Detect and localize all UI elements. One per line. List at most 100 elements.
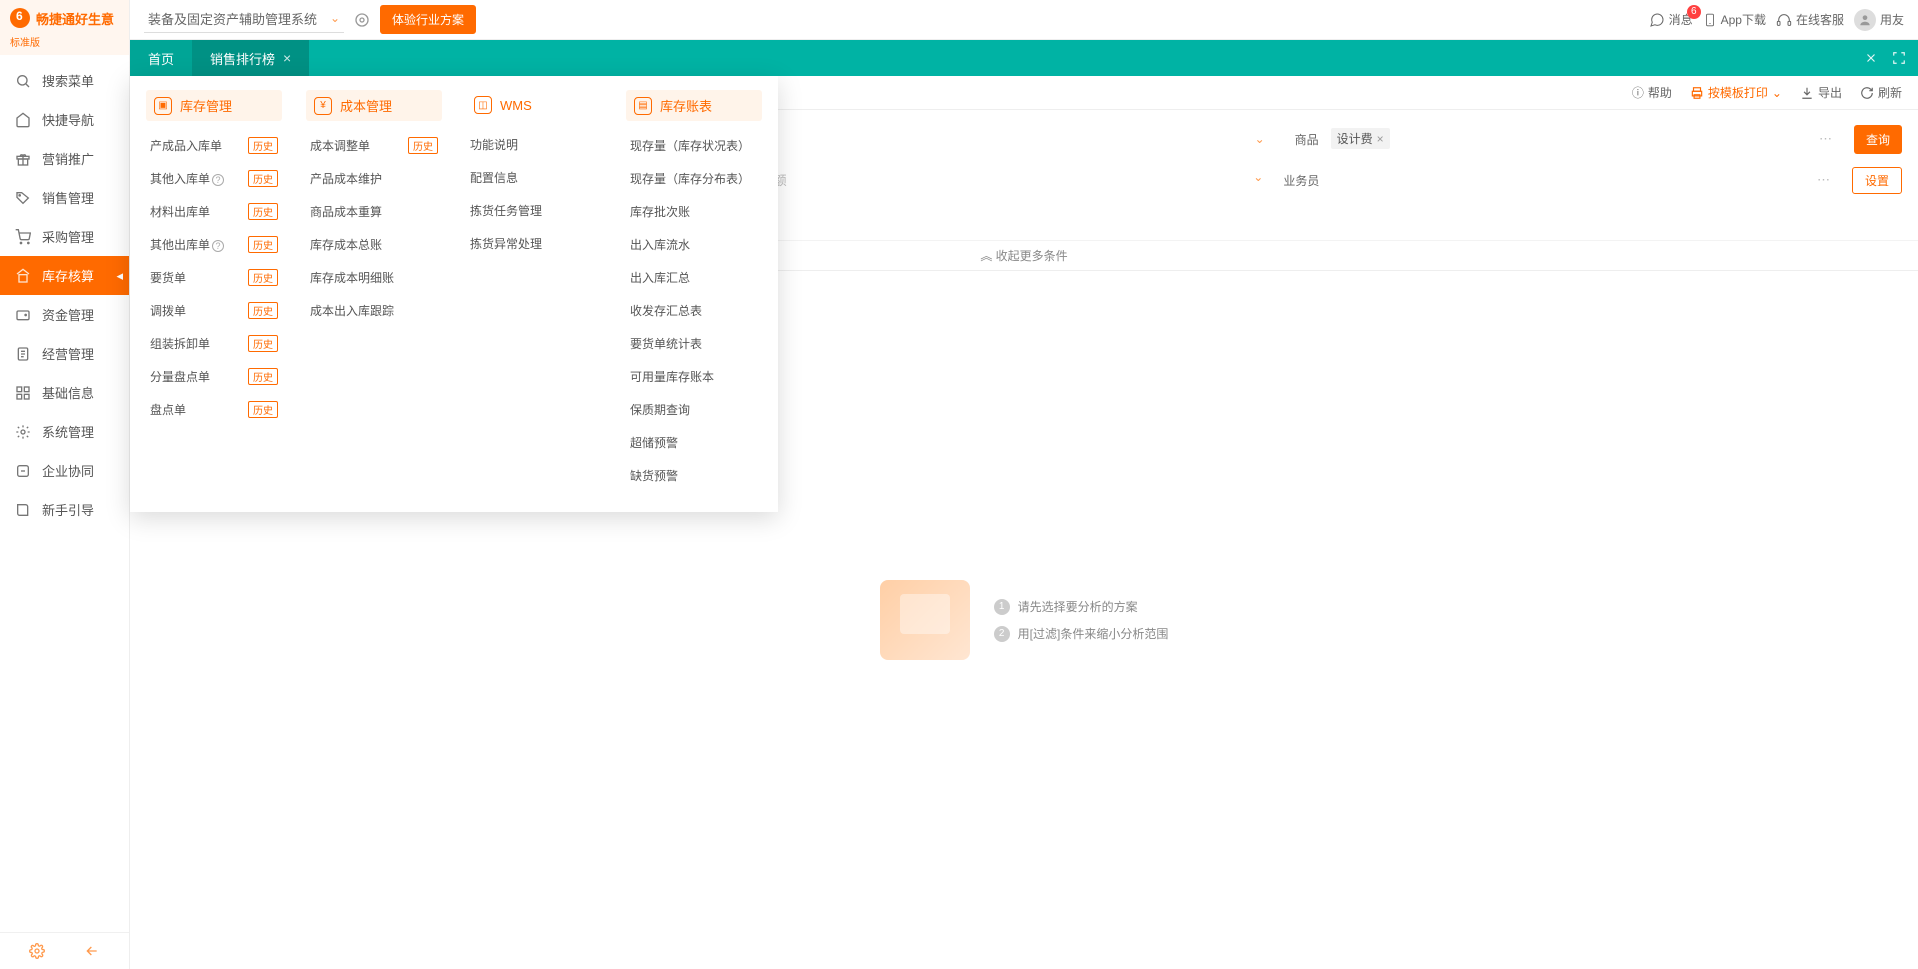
megamenu-item[interactable]: 库存成本总账 — [306, 228, 442, 261]
sidebar-item-system[interactable]: 系统管理 — [0, 412, 129, 451]
megamenu-item[interactable]: 可用量库存账本 — [626, 360, 762, 393]
empty-step-2: 2 用[过滤]条件来缩小分析范围 — [994, 625, 1169, 642]
settings-gear-icon[interactable] — [29, 943, 45, 959]
sidebar-item-label: 销售管理 — [42, 188, 94, 207]
megamenu-item[interactable]: 保质期查询 — [626, 393, 762, 426]
history-badge[interactable]: 历史 — [248, 368, 278, 385]
sidebar-item-collab[interactable]: 企业协同 — [0, 451, 129, 490]
gift-icon — [14, 150, 32, 168]
system-select[interactable]: 装备及固定资产辅助管理系统 ⌄ — [144, 7, 344, 33]
megamenu-item[interactable]: 拣货任务管理 — [466, 194, 602, 227]
megamenu-item-label: 组装拆卸单 — [150, 335, 210, 352]
sidebar-item-sales[interactable]: 销售管理 — [0, 178, 129, 217]
megamenu-item[interactable]: 拣货异常处理 — [466, 227, 602, 260]
sidebar-item-business[interactable]: 经营管理 — [0, 334, 129, 373]
online-cs-label: 在线客服 — [1796, 11, 1844, 28]
filter-dropdown-1[interactable]: ⌄ — [757, 128, 1268, 151]
history-badge[interactable]: 历史 — [248, 269, 278, 286]
sidebar-item-guide[interactable]: 新手引导 — [0, 490, 129, 529]
more-icon[interactable]: ⋯ — [1819, 131, 1834, 147]
brand-sub: 标准版 — [0, 34, 129, 55]
help-button[interactable]: ⓘ 帮助 — [1632, 84, 1672, 101]
megamenu-item-label: 缺货预警 — [630, 467, 678, 484]
grid-icon — [14, 384, 32, 402]
sales-label: 业务员 — [1283, 172, 1319, 189]
sidebar-item-basic[interactable]: 基础信息 — [0, 373, 129, 412]
megamenu-item[interactable]: 要货单统计表 — [626, 327, 762, 360]
megamenu-item[interactable]: 材料出库单历史 — [146, 195, 282, 228]
messages-button[interactable]: 消息 6 — [1649, 11, 1693, 28]
system-settings-icon[interactable] — [354, 12, 370, 28]
megamenu-item[interactable]: 产成品入库单 历史 — [146, 129, 282, 162]
megamenu-item[interactable]: 商品成本重算 — [306, 195, 442, 228]
try-industry-button[interactable]: 体验行业方案 — [380, 5, 476, 34]
brand-logo[interactable]: 畅捷通好生意 — [0, 0, 129, 34]
megamenu-item[interactable]: 其他入库单?历史 — [146, 162, 282, 195]
sidebar-item-inventory[interactable]: 库存核算 ◂ — [0, 256, 129, 295]
megamenu-item[interactable]: 现存量（库存状况表） — [626, 129, 762, 162]
collapse-sidebar-icon[interactable] — [84, 943, 100, 959]
history-badge[interactable]: 历史 — [248, 203, 278, 220]
more-icon[interactable]: ⋯ — [1817, 172, 1832, 188]
goods-chip[interactable]: 设计费 × — [1331, 128, 1390, 149]
app-download-button[interactable]: App下载 — [1703, 11, 1766, 28]
megamenu-item[interactable]: 成本出入库跟踪 — [306, 294, 442, 327]
megamenu-item[interactable]: 要货单历史 — [146, 261, 282, 294]
fullscreen-icon[interactable] — [1892, 51, 1906, 65]
history-badge[interactable]: 历史 — [248, 401, 278, 418]
sidebar-item-label: 库存核算 — [42, 266, 94, 285]
settings-button[interactable]: 设置 — [1852, 167, 1902, 194]
megamenu-item[interactable]: 现存量（库存分布表） — [626, 162, 762, 195]
sidebar: 畅捷通好生意 标准版 搜索菜单 快捷导航 营销推广 销售管理 采购管理 — [0, 0, 130, 969]
tab-close-all-icon[interactable] — [1864, 51, 1878, 65]
megamenu-item[interactable]: 组装拆卸单 历史 — [146, 327, 282, 360]
user-menu[interactable]: 用友 — [1854, 9, 1904, 31]
megamenu-item-label: 可用量库存账本 — [630, 368, 714, 385]
sidebar-item-quicknav[interactable]: 快捷导航 — [0, 100, 129, 139]
megamenu-item[interactable]: 超储预警 — [626, 426, 762, 459]
megamenu-item[interactable]: 出入库汇总 — [626, 261, 762, 294]
close-icon[interactable]: × — [283, 50, 291, 66]
tab-home[interactable]: 首页 — [130, 40, 192, 76]
megamenu-item[interactable]: 成本调整单历史 — [306, 129, 442, 162]
tab-sales-rank[interactable]: 销售排行榜 × — [192, 40, 309, 76]
history-badge[interactable]: 历史 — [248, 335, 278, 352]
help-label: 帮助 — [1648, 84, 1672, 101]
sidebar-item-search[interactable]: 搜索菜单 — [0, 61, 129, 100]
megamenu-item[interactable]: 缺货预警 — [626, 459, 762, 492]
goods-input[interactable]: 设计费 × ⋯ — [1327, 124, 1838, 154]
sidebar-item-label: 营销推广 — [42, 149, 94, 168]
refresh-button[interactable]: 刷新 — [1860, 84, 1902, 101]
history-badge[interactable]: 历史 — [248, 137, 278, 154]
gear-icon — [14, 423, 32, 441]
history-badge[interactable]: 历史 — [408, 137, 438, 154]
megamenu-item[interactable]: 配置信息 — [466, 161, 602, 194]
megamenu-item[interactable]: 盘点单历史 — [146, 393, 282, 426]
sales-input[interactable]: ⋯ — [1327, 168, 1836, 193]
megamenu-item[interactable]: 产品成本维护 — [306, 162, 442, 195]
sidebar-item-marketing[interactable]: 营销推广 — [0, 139, 129, 178]
megamenu-item[interactable]: 库存成本明细账 — [306, 261, 442, 294]
sidebar-item-funds[interactable]: 资金管理 — [0, 295, 129, 334]
query-button[interactable]: 查询 — [1854, 125, 1902, 154]
export-button[interactable]: 导出 — [1800, 84, 1842, 101]
close-icon[interactable]: × — [1377, 132, 1384, 146]
megamenu-item-label: 现存量（库存状况表） — [630, 137, 750, 154]
filter-dropdown-2[interactable]: 金额 ⌄ — [757, 166, 1268, 194]
sidebar-item-purchase[interactable]: 采购管理 — [0, 217, 129, 256]
empty-step-1: 1 请先选择要分析的方案 — [994, 598, 1169, 615]
megamenu-item[interactable]: 分量盘点单历史 — [146, 360, 282, 393]
megamenu-item[interactable]: 功能说明 — [466, 128, 602, 161]
megamenu-item[interactable]: 调拨单历史 — [146, 294, 282, 327]
chevron-up-icon: ︽ — [980, 249, 992, 263]
megamenu-item[interactable]: 收发存汇总表 — [626, 294, 762, 327]
megamenu-item-label: 产成品入库单 — [150, 137, 222, 154]
history-badge[interactable]: 历史 — [248, 170, 278, 187]
print-template-button[interactable]: 按模板打印 ⌄ — [1690, 84, 1782, 101]
online-cs-button[interactable]: 在线客服 — [1776, 11, 1844, 28]
history-badge[interactable]: 历史 — [248, 236, 278, 253]
megamenu-item[interactable]: 库存批次账 — [626, 195, 762, 228]
megamenu-item[interactable]: 其他出库单?历史 — [146, 228, 282, 261]
history-badge[interactable]: 历史 — [248, 302, 278, 319]
megamenu-item[interactable]: 出入库流水 — [626, 228, 762, 261]
